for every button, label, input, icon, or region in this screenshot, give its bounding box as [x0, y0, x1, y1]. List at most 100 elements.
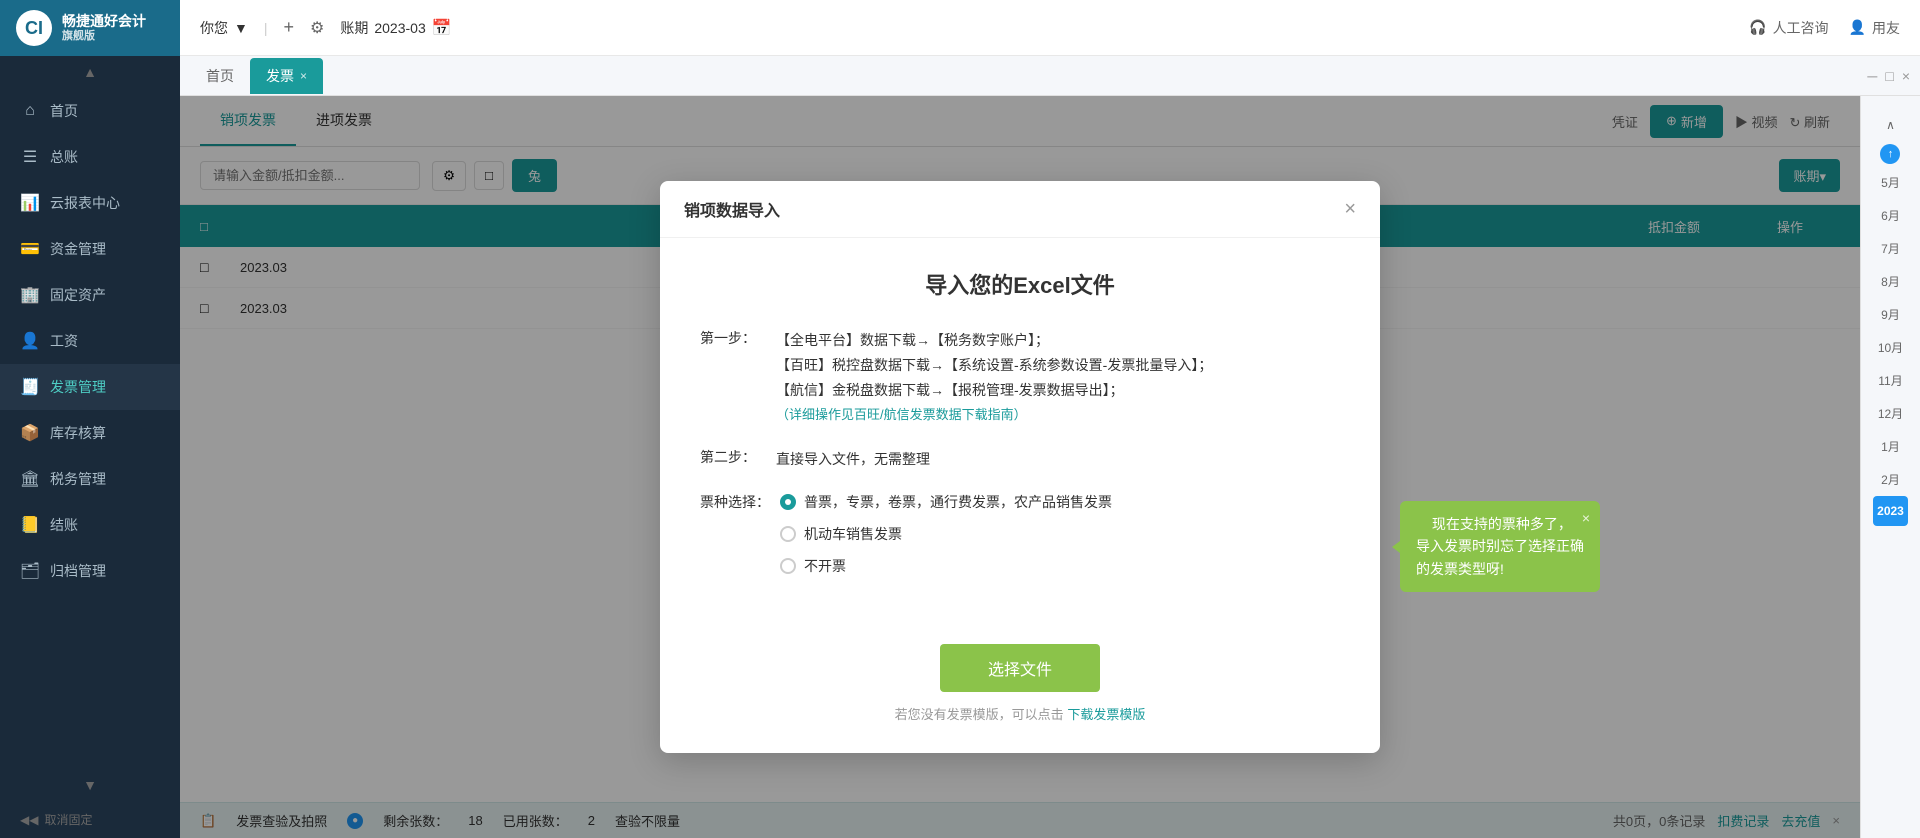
modal-overlay: 销项数据导入 × 导入您的Excel文件 第一步： 【全电平台】数据下载→【税务…	[180, 96, 1860, 838]
radio-motor-circle	[780, 526, 796, 542]
window-maximize[interactable]: □	[1885, 68, 1893, 84]
add-button[interactable]: +	[284, 17, 295, 38]
month-5[interactable]: 5月	[1873, 166, 1908, 199]
tax-icon: 🏛	[20, 469, 40, 489]
month-list: ↑ 5月 6月 7月 8月 9月 10月 11月 12月 1月 2月 2023	[1873, 144, 1908, 838]
asset-icon: 🏢	[20, 285, 40, 305]
sidebar-label-archive: 归档管理	[50, 561, 106, 581]
tooltip-bubble: × 现在支持的票种多了，导入发票时别忘了选择正确的发票类型呀!	[1400, 501, 1600, 592]
month-8[interactable]: 8月	[1873, 265, 1908, 298]
radio-group: 普票，专票，卷票，通行费发票，农产品销售发票 机动车销售发票	[780, 492, 1112, 576]
select-file-button[interactable]: 选择文件	[940, 644, 1100, 692]
sidebar-scroll-up[interactable]: ▲	[0, 56, 180, 88]
radio-motor-label: 机动车销售发票	[804, 524, 902, 544]
sidebar-item-close[interactable]: 📒 结账	[0, 502, 180, 548]
sidebar-item-invoice[interactable]: 🧾 发票管理	[0, 364, 180, 410]
close-account-icon: 📒	[20, 515, 40, 535]
right-scroll-up[interactable]: ∧	[1861, 106, 1920, 144]
payroll-icon: 👤	[20, 331, 40, 351]
sidebar-scroll-down[interactable]: ▼	[0, 769, 180, 801]
step2-content: 直接导入文件，无需整理	[776, 447, 930, 472]
period-selector[interactable]: 账期 2023-03 📅	[340, 18, 451, 38]
radio-general-label: 普票，专票，卷票，通行费发票，农产品销售发票	[804, 492, 1112, 512]
company-name: 你您	[200, 18, 228, 38]
logo-text: 畅捷通好会计 旗舰版	[62, 13, 146, 43]
sidebar-label-home: 首页	[50, 101, 78, 121]
headset-icon: 🎧	[1749, 19, 1766, 36]
right-badge: ↑	[1880, 144, 1900, 164]
company-selector[interactable]: 你您 ▼	[200, 18, 248, 38]
sidebar-item-fund[interactable]: 💳 资金管理	[0, 226, 180, 272]
ticket-selection: 票种选择： 普票，专票，卷票，通行费发票，农产品销售发票	[700, 492, 1340, 576]
sidebar-item-home[interactable]: ⌂ 首页	[0, 88, 180, 134]
settings-icon[interactable]: ⚙	[310, 18, 324, 38]
month-12[interactable]: 12月	[1873, 397, 1908, 430]
invoice-icon: 🧾	[20, 377, 40, 397]
tab-invoice[interactable]: 发票 ×	[250, 58, 323, 94]
consult-button[interactable]: 🎧 人工咨询	[1749, 18, 1828, 38]
step1-link[interactable]: （详细操作见百旺/航信发票数据下载指南）	[776, 403, 1212, 426]
month-10[interactable]: 10月	[1873, 331, 1908, 364]
modal-footer: 选择文件 若您没有发票模版，可以点击 下载发票模版	[660, 634, 1380, 753]
month-11[interactable]: 11月	[1873, 364, 1908, 397]
calendar-icon[interactable]: 📅	[432, 18, 452, 38]
radio-none[interactable]: 不开票	[780, 556, 1112, 576]
modal-main-title: 导入您的Excel文件	[700, 268, 1340, 300]
tab-home-label: 首页	[206, 66, 234, 86]
pin-icon: ◀◀	[20, 813, 38, 827]
sidebar-item-tax[interactable]: 🏛 税务管理	[0, 456, 180, 502]
tabbar: 首页 发票 × ─ □ ×	[180, 56, 1920, 96]
sidebar-item-asset[interactable]: 🏢 固定资产	[0, 272, 180, 318]
step-2: 第二步： 直接导入文件，无需整理	[700, 447, 1340, 472]
company-dropdown-icon: ▼	[234, 20, 248, 36]
sidebar-label-ledger: 总账	[50, 147, 78, 167]
step1-line2: 【百旺】税控盘数据下载→【系统设置-系统参数设置-发票批量导入】；	[776, 353, 1212, 378]
download-template-link[interactable]: 下载发票模版	[1067, 707, 1145, 722]
tab-home[interactable]: 首页	[190, 58, 250, 94]
radio-motor[interactable]: 机动车销售发票	[780, 524, 1112, 544]
user-menu[interactable]: 👤 用友	[1849, 18, 1900, 38]
step1-content: 【全电平台】数据下载→【税务数字账户】； 【百旺】税控盘数据下载→【系统设置-系…	[776, 328, 1212, 427]
modal-body: 导入您的Excel文件 第一步： 【全电平台】数据下载→【税务数字账户】； 【百…	[660, 238, 1380, 634]
month-1[interactable]: 1月	[1873, 430, 1908, 463]
sidebar: CI 畅捷通好会计 旗舰版 ▲ ⌂ 首页 ☰ 总账 📊 云报表中心 💳 资金管理	[0, 0, 180, 838]
tab-invoice-close[interactable]: ×	[300, 69, 307, 83]
period-label: 账期	[340, 18, 368, 38]
step1-line1: 【全电平台】数据下载→【税务数字账户】；	[776, 328, 1212, 353]
month-9[interactable]: 9月	[1873, 298, 1908, 331]
ticket-row: 票种选择： 普票，专票，卷票，通行费发票，农产品销售发票	[700, 492, 1340, 576]
user-icon: 👤	[1849, 19, 1866, 36]
import-modal: 销项数据导入 × 导入您的Excel文件 第一步： 【全电平台】数据下载→【税务…	[660, 181, 1380, 753]
radio-general[interactable]: 普票，专票，卷票，通行费发票，农产品销售发票	[780, 492, 1112, 512]
sidebar-pin-toggle[interactable]: ◀◀ 取消固定	[0, 801, 180, 838]
content-main: 销项发票 进项发票 凭证 ⊕ 新增 ▶ 视频 ↻ 刷新	[180, 96, 1860, 838]
fund-icon: 💳	[20, 239, 40, 259]
topbar: 你您 ▼ | + ⚙ 账期 2023-03 📅 🎧 人工咨询 👤 用友	[180, 0, 1920, 56]
ledger-icon: ☰	[20, 147, 40, 167]
sidebar-item-payroll[interactable]: 👤 工资	[0, 318, 180, 364]
sidebar-item-archive[interactable]: 🗂 归档管理	[0, 548, 180, 594]
month-2[interactable]: 2月	[1873, 463, 1908, 496]
window-minimize[interactable]: ─	[1867, 68, 1877, 84]
content-area: 销项发票 进项发票 凭证 ⊕ 新增 ▶ 视频 ↻ 刷新	[180, 96, 1920, 838]
inventory-icon: 📦	[20, 423, 40, 443]
step1-label: 第一步：	[700, 328, 760, 348]
sidebar-item-inventory[interactable]: 📦 库存核算	[0, 410, 180, 456]
sidebar-item-reports[interactable]: 📊 云报表中心	[0, 180, 180, 226]
period-value: 2023-03	[374, 20, 425, 36]
month-2023[interactable]: 2023	[1873, 496, 1908, 526]
tab-invoice-label: 发票	[266, 66, 294, 86]
archive-icon: 🗂	[20, 561, 40, 581]
month-6[interactable]: 6月	[1873, 199, 1908, 232]
logo-title: 畅捷通好会计	[62, 13, 146, 30]
radio-general-circle	[780, 494, 796, 510]
tooltip-close-button[interactable]: ×	[1582, 507, 1590, 529]
month-7[interactable]: 7月	[1873, 232, 1908, 265]
logo-icon: CI	[16, 10, 52, 46]
modal-close-button[interactable]: ×	[1344, 199, 1356, 219]
sidebar-label-invoice: 发票管理	[50, 377, 106, 397]
window-close[interactable]: ×	[1902, 68, 1910, 84]
logo-subtitle: 旗舰版	[62, 30, 146, 43]
download-hint-text: 若您没有发票模版，可以点击	[895, 707, 1064, 722]
sidebar-item-ledger[interactable]: ☰ 总账	[0, 134, 180, 180]
